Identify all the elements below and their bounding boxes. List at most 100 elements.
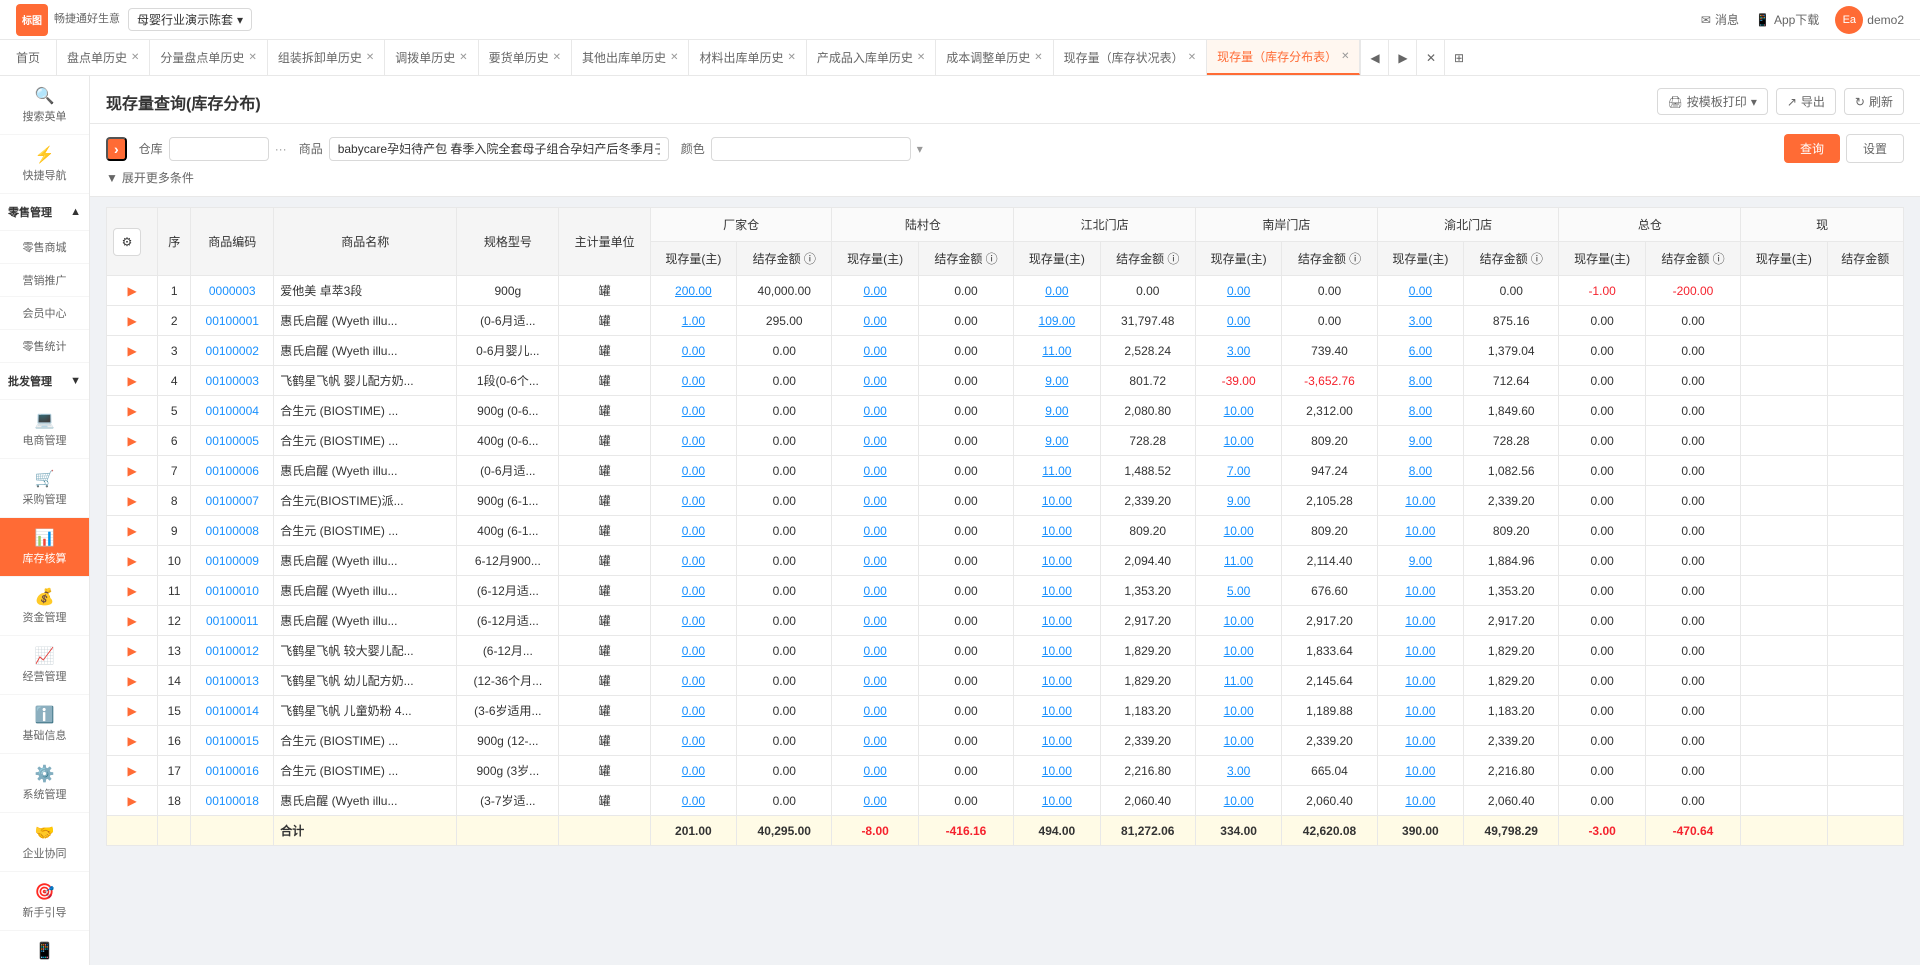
refresh-btn[interactable]: ↻ 刷新 (1844, 88, 1904, 115)
app-download-btn[interactable]: 📱 App下载 (1755, 11, 1819, 28)
tab-item-9[interactable]: 成本调整单历史 ✕ (936, 40, 1053, 75)
sidebar-item-guide[interactable]: 🎯 新手引导 (0, 872, 89, 931)
sidebar-item-marketing[interactable]: 营销推广 (0, 264, 89, 297)
cell-nanan-qty: 10.00 (1195, 696, 1281, 726)
tab-close-2[interactable]: ✕ (248, 52, 256, 63)
sidebar-item-purchase[interactable]: 🛒 采购管理 (0, 459, 89, 518)
query-btn[interactable]: 查询 (1784, 134, 1840, 163)
tab-prev-btn[interactable]: ◀ (1360, 40, 1388, 75)
cell-expand[interactable]: ▶ (107, 666, 158, 696)
tab-item-7[interactable]: 材料出库单历史 ✕ (689, 40, 806, 75)
cell-expand[interactable]: ▶ (107, 396, 158, 426)
sidebar-item-finance[interactable]: 💰 资金管理 (0, 577, 89, 636)
export-btn[interactable]: ↗ 导出 (1776, 88, 1836, 115)
user-area[interactable]: Ea demo2 (1835, 6, 1904, 34)
cell-unit: 罐 (559, 516, 650, 546)
collapse-btn[interactable]: › (106, 137, 127, 161)
tab-home[interactable]: 首页 (0, 40, 57, 75)
cell-name: 惠氏启醒 (Wyeth illu... (274, 606, 457, 636)
sidebar-item-retail-stats[interactable]: 零售统计 (0, 330, 89, 363)
tab-expand-btn[interactable]: ⊞ (1444, 40, 1472, 75)
cell-ext-amt (1827, 786, 1903, 816)
tab-close-10[interactable]: ✕ (1188, 52, 1196, 63)
cell-lucun-amt: 0.00 (918, 606, 1013, 636)
expand-more-btn[interactable]: ▼ 展开更多条件 (106, 169, 1904, 186)
cell-spec: 900g (12-... (457, 726, 559, 756)
sidebar-item-ecommerce[interactable]: 💻 电商管理 (0, 400, 89, 459)
tab-item-5[interactable]: 要货单历史 ✕ (479, 40, 572, 75)
cell-expand[interactable]: ▶ (107, 426, 158, 456)
cell-factory-amt: 0.00 (737, 726, 832, 756)
tab-close-9[interactable]: ✕ (1034, 52, 1042, 63)
cell-yubei-qty: 9.00 (1377, 426, 1463, 456)
cell-expand[interactable]: ▶ (107, 366, 158, 396)
cell-expand[interactable]: ▶ (107, 756, 158, 786)
tab-close-11[interactable]: ✕ (1341, 51, 1349, 62)
tab-close-6[interactable]: ✕ (670, 52, 678, 63)
cell-expand[interactable]: ▶ (107, 786, 158, 816)
cell-factory-amt: 295.00 (737, 306, 832, 336)
warehouse-label: 仓库 (139, 140, 163, 157)
cell-expand[interactable]: ▶ (107, 486, 158, 516)
warehouse-input[interactable] (169, 137, 269, 161)
cell-jiangbei-qty: 11.00 (1014, 456, 1100, 486)
sidebar-item-search[interactable]: 🔍 搜索英单 (0, 76, 89, 135)
tab-item-3[interactable]: 组装拆卸单历史 ✕ (268, 40, 385, 75)
sidebar-item-basics[interactable]: ℹ️ 基础信息 (0, 695, 89, 754)
cell-expand[interactable]: ▶ (107, 336, 158, 366)
sidebar-item-member[interactable]: 会员中心 (0, 297, 89, 330)
cell-expand[interactable]: ▶ (107, 696, 158, 726)
cell-expand[interactable]: ▶ (107, 636, 158, 666)
cell-total-qty: 0.00 (1559, 366, 1645, 396)
cell-expand[interactable]: ▶ (107, 606, 158, 636)
tab-close-all-btn[interactable]: ✕ (1416, 40, 1444, 75)
tab-item-2[interactable]: 分量盘点单历史 ✕ (150, 40, 267, 75)
cell-code: 00100009 (191, 546, 274, 576)
print-btn[interactable]: 🖨 按模板打印 ▾ (1657, 88, 1768, 115)
sidebar-item-nav[interactable]: ⚡ 快捷导航 (0, 135, 89, 194)
cell-code: 0000003 (191, 276, 274, 306)
industry-select[interactable]: 母婴行业演示陈套 ▾ (128, 8, 252, 31)
cell-expand[interactable]: ▶ (107, 516, 158, 546)
tab-close-5[interactable]: ✕ (553, 52, 561, 63)
cell-expand[interactable]: ▶ (107, 546, 158, 576)
cell-factory-qty: 0.00 (650, 516, 736, 546)
tab-close-3[interactable]: ✕ (366, 52, 374, 63)
tab-item-10[interactable]: 现存量（库存状况表） ✕ (1054, 40, 1207, 75)
cell-total-qty: 0.00 (1559, 606, 1645, 636)
sidebar-group-retail[interactable]: 零售管理 ▲ (0, 194, 89, 231)
table-row: ▶ 18 00100018 惠氏启醒 (Wyeth illu... (3-7岁适… (107, 786, 1904, 816)
tab-item-1[interactable]: 盘点单历史 ✕ (57, 40, 150, 75)
cell-jiangbei-qty: 10.00 (1014, 726, 1100, 756)
sidebar-item-collab[interactable]: 🤝 企业协同 (0, 813, 89, 872)
cell-jiangbei-qty: 10.00 (1014, 696, 1100, 726)
tab-item-11[interactable]: 现存量（库存分布表） ✕ (1207, 40, 1360, 75)
sidebar-item-system[interactable]: ⚙️ 系统管理 (0, 754, 89, 813)
tab-close-4[interactable]: ✕ (459, 52, 467, 63)
warehouse-picker-btn[interactable]: ··· (275, 142, 287, 156)
cell-expand[interactable]: ▶ (107, 306, 158, 336)
tab-next-btn[interactable]: ▶ (1388, 40, 1416, 75)
settings-icon[interactable]: ⚙ (113, 228, 141, 256)
cell-jiangbei-amt: 0.00 (1100, 276, 1195, 306)
tab-item-4[interactable]: 调拨单历史 ✕ (385, 40, 478, 75)
cell-expand[interactable]: ▶ (107, 456, 158, 486)
tab-close-8[interactable]: ✕ (917, 52, 925, 63)
cell-expand[interactable]: ▶ (107, 276, 158, 306)
sidebar-item-inventory[interactable]: 📊 库存核算 (0, 518, 89, 577)
sidebar-item-business[interactable]: 📈 经营管理 (0, 636, 89, 695)
sidebar-item-appcenter[interactable]: 📱 应用中心 (0, 931, 89, 965)
cell-expand[interactable]: ▶ (107, 576, 158, 606)
tab-item-6[interactable]: 其他出库单历史 ✕ (572, 40, 689, 75)
cell-lucun-amt: 0.00 (918, 786, 1013, 816)
sidebar-group-wholesale[interactable]: 批发管理 ▼ (0, 363, 89, 400)
tab-close-7[interactable]: ✕ (787, 52, 795, 63)
cell-expand[interactable]: ▶ (107, 726, 158, 756)
tab-item-8[interactable]: 产成品入库单历史 ✕ (807, 40, 936, 75)
sidebar-item-shop[interactable]: 零售商城 (0, 231, 89, 264)
color-input[interactable] (711, 137, 911, 161)
tab-close-1[interactable]: ✕ (131, 52, 139, 63)
message-btn[interactable]: ✉ 消息 (1701, 11, 1739, 28)
set-btn[interactable]: 设置 (1846, 134, 1904, 163)
goods-input[interactable] (329, 137, 669, 161)
